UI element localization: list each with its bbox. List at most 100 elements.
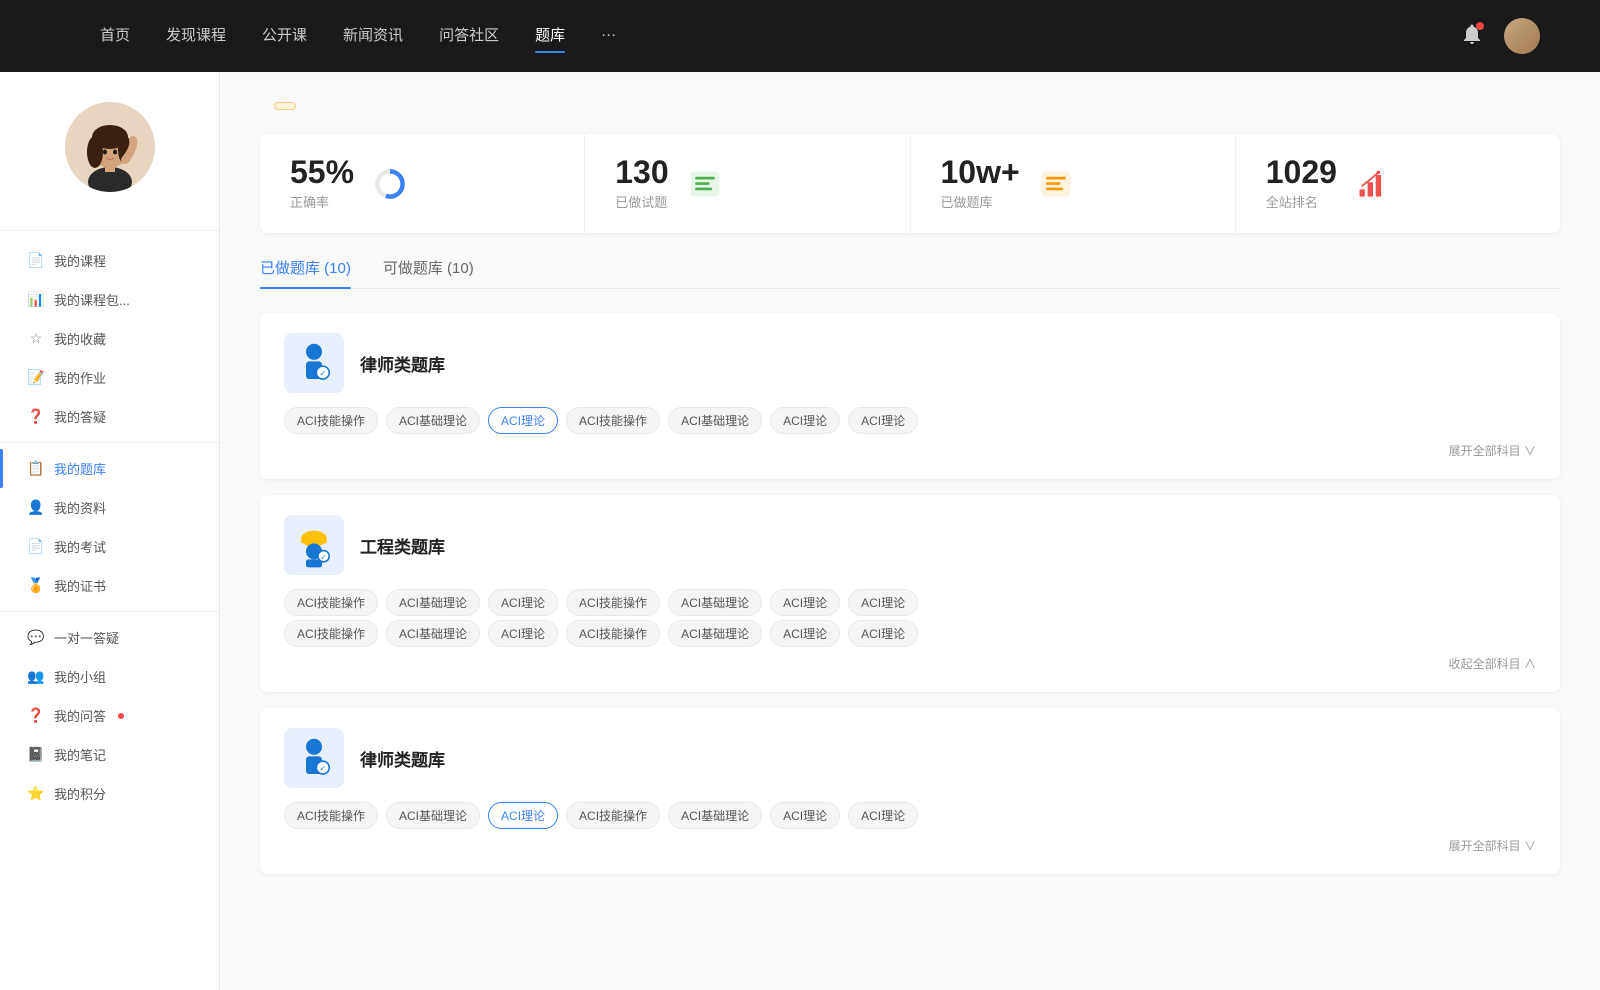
- bank-icon-0: ✓: [284, 333, 344, 393]
- sidebar: 📄 我的课程 📊 我的课程包... ☆ 我的收藏 📝 我的作业 ❓ 我的答疑 📋…: [0, 72, 220, 990]
- tag-1-5[interactable]: ACI理论: [770, 589, 840, 616]
- lawyer-icon: ✓: [290, 734, 338, 782]
- tag-0-1[interactable]: ACI基础理论: [386, 407, 480, 434]
- tag-1-3[interactable]: ACI技能操作: [566, 589, 660, 616]
- collapse-link-1[interactable]: 收起全部科目 ∧: [284, 655, 1536, 672]
- sidebar-menu-icon-9: 💬: [28, 630, 44, 646]
- avatar-image: [1504, 18, 1540, 54]
- bank-icon-1: ✓: [284, 515, 344, 575]
- svg-text:✓: ✓: [319, 369, 326, 378]
- sidebar-item-我的资料[interactable]: 👤 我的资料: [0, 488, 219, 527]
- sidebar-item-我的考试[interactable]: 📄 我的考试: [0, 527, 219, 566]
- stat-label-3: 全站排名: [1266, 192, 1337, 211]
- stat-item-1: 130 已做试题: [585, 134, 910, 233]
- red-bar-icon: [1355, 166, 1391, 202]
- tag2-1-3[interactable]: ACI技能操作: [566, 620, 660, 647]
- sidebar-item-我的课程包...[interactable]: 📊 我的课程包...: [0, 280, 219, 319]
- sidebar-menu-icon-11: ❓: [28, 708, 44, 724]
- tag-0-4[interactable]: ACI基础理论: [668, 407, 762, 434]
- tag-1-6[interactable]: ACI理论: [848, 589, 918, 616]
- stat-text-2: 10w+ 已做题库: [941, 156, 1020, 211]
- tag-2-1[interactable]: ACI基础理论: [386, 802, 480, 829]
- main-content: 55% 正确率 130 已做试题 10w+ 已做题库: [220, 72, 1600, 990]
- tag2-1-6[interactable]: ACI理论: [848, 620, 918, 647]
- tag-2-6[interactable]: ACI理论: [848, 802, 918, 829]
- nav-right: [1440, 18, 1560, 54]
- sidebar-menu-label-11: 我的问答: [54, 706, 106, 725]
- sidebar-divider-9: [0, 611, 219, 612]
- tag2-1-2[interactable]: ACI理论: [488, 620, 558, 647]
- tag-0-6[interactable]: ACI理论: [848, 407, 918, 434]
- sidebar-item-我的课程[interactable]: 📄 我的课程: [0, 241, 219, 280]
- notification-dot: [1476, 22, 1484, 30]
- tag-0-5[interactable]: ACI理论: [770, 407, 840, 434]
- stat-value-2: 10w+: [941, 156, 1020, 188]
- nav-bell-button[interactable]: [1460, 22, 1484, 51]
- tag-2-2[interactable]: ACI理论: [488, 802, 558, 829]
- sidebar-menu-icon-6: 👤: [28, 500, 44, 516]
- bank-title-0: 律师类题库: [360, 351, 445, 376]
- tag-0-2[interactable]: ACI理论: [488, 407, 558, 434]
- profile-avatar-image: [65, 102, 155, 192]
- nav-link-首页[interactable]: 首页: [100, 24, 130, 49]
- tag2-1-0[interactable]: ACI技能操作: [284, 620, 378, 647]
- stat-icon-wrap-0: [370, 164, 410, 204]
- tags-row2-1: ACI技能操作 ACI基础理论 ACI理论 ACI技能操作 ACI基础理论 ACI理论 AC…: [284, 620, 1536, 647]
- donut-chart-icon: [372, 166, 408, 202]
- stat-label-1: 已做试题: [615, 192, 668, 211]
- nav-link-新闻资讯[interactable]: 新闻资讯: [343, 24, 403, 49]
- bank-card-0: ✓ 律师类题库 ACI技能操作 ACI基础理论 ACI理论 ACI技能操作 ACI基础理…: [260, 313, 1560, 479]
- bank-title-2: 律师类题库: [360, 746, 445, 771]
- sidebar-menu: 📄 我的课程 📊 我的课程包... ☆ 我的收藏 📝 我的作业 ❓ 我的答疑 📋…: [0, 241, 219, 813]
- nav-link-问答社区[interactable]: 问答社区: [439, 24, 499, 49]
- sidebar-item-我的证书[interactable]: 🏅 我的证书: [0, 566, 219, 605]
- tag-1-2[interactable]: ACI理论: [488, 589, 558, 616]
- sidebar-menu-icon-7: 📄: [28, 539, 44, 555]
- nav-link-公开课[interactable]: 公开课: [262, 24, 307, 49]
- tag-2-3[interactable]: ACI技能操作: [566, 802, 660, 829]
- tab-row: 已做题库 (10) 可做题库 (10): [260, 257, 1560, 289]
- tag-1-4[interactable]: ACI基础理论: [668, 589, 762, 616]
- sidebar-item-我的小组[interactable]: 👥 我的小组: [0, 657, 219, 696]
- expand-link-0[interactable]: 展开全部科目 ∨: [284, 442, 1536, 459]
- sidebar-menu-label-3: 我的作业: [54, 368, 106, 387]
- nav-link-···[interactable]: ···: [601, 26, 616, 47]
- nav-avatar[interactable]: [1504, 18, 1540, 54]
- nav-link-题库[interactable]: 题库: [535, 24, 565, 49]
- tag-2-4[interactable]: ACI基础理论: [668, 802, 762, 829]
- bank-card-header-0: ✓ 律师类题库: [284, 333, 1536, 393]
- tag-1-0[interactable]: ACI技能操作: [284, 589, 378, 616]
- sidebar-item-我的题库[interactable]: 📋 我的题库: [0, 449, 219, 488]
- tag2-1-4[interactable]: ACI基础理论: [668, 620, 762, 647]
- bank-card-2: ✓ 律师类题库 ACI技能操作 ACI基础理论 ACI理论 ACI技能操作 ACI基础理…: [260, 708, 1560, 874]
- sidebar-item-我的作业[interactable]: 📝 我的作业: [0, 358, 219, 397]
- sidebar-menu-icon-2: ☆: [28, 331, 44, 347]
- bank-cards-container: ✓ 律师类题库 ACI技能操作 ACI基础理论 ACI理论 ACI技能操作 ACI基础理…: [260, 313, 1560, 874]
- sidebar-item-我的问答[interactable]: ❓ 我的问答: [0, 696, 219, 735]
- expand-link-2[interactable]: 展开全部科目 ∨: [284, 837, 1536, 854]
- tag-0-3[interactable]: ACI技能操作: [566, 407, 660, 434]
- tab-item-1[interactable]: 可做题库 (10): [383, 257, 474, 288]
- sidebar-menu-icon-8: 🏅: [28, 578, 44, 594]
- tab-item-0[interactable]: 已做题库 (10): [260, 257, 351, 288]
- sidebar-item-我的答疑[interactable]: ❓ 我的答疑: [0, 397, 219, 436]
- sidebar-menu-icon-4: ❓: [28, 409, 44, 425]
- sidebar-menu-icon-12: 📓: [28, 747, 44, 763]
- tag-1-1[interactable]: ACI基础理论: [386, 589, 480, 616]
- stat-icon-wrap-1: [685, 164, 725, 204]
- sidebar-divider-5: [0, 442, 219, 443]
- stat-item-3: 1029 全站排名: [1236, 134, 1560, 233]
- tag-2-5[interactable]: ACI理论: [770, 802, 840, 829]
- green-list-icon: [687, 166, 723, 202]
- nav-link-发现课程[interactable]: 发现课程: [166, 24, 226, 49]
- sidebar-item-我的收藏[interactable]: ☆ 我的收藏: [0, 319, 219, 358]
- sidebar-item-我的积分[interactable]: ⭐ 我的积分: [0, 774, 219, 813]
- tags-row-0: ACI技能操作 ACI基础理论 ACI理论 ACI技能操作 ACI基础理论 ACI理论 AC…: [284, 407, 1536, 434]
- sidebar-item-一对一答疑[interactable]: 💬 一对一答疑: [0, 618, 219, 657]
- tags-row-2: ACI技能操作 ACI基础理论 ACI理论 ACI技能操作 ACI基础理论 ACI理论 AC…: [284, 802, 1536, 829]
- sidebar-item-我的笔记[interactable]: 📓 我的笔记: [0, 735, 219, 774]
- tag2-1-5[interactable]: ACI理论: [770, 620, 840, 647]
- tag-0-0[interactable]: ACI技能操作: [284, 407, 378, 434]
- tag-2-0[interactable]: ACI技能操作: [284, 802, 378, 829]
- tag2-1-1[interactable]: ACI基础理论: [386, 620, 480, 647]
